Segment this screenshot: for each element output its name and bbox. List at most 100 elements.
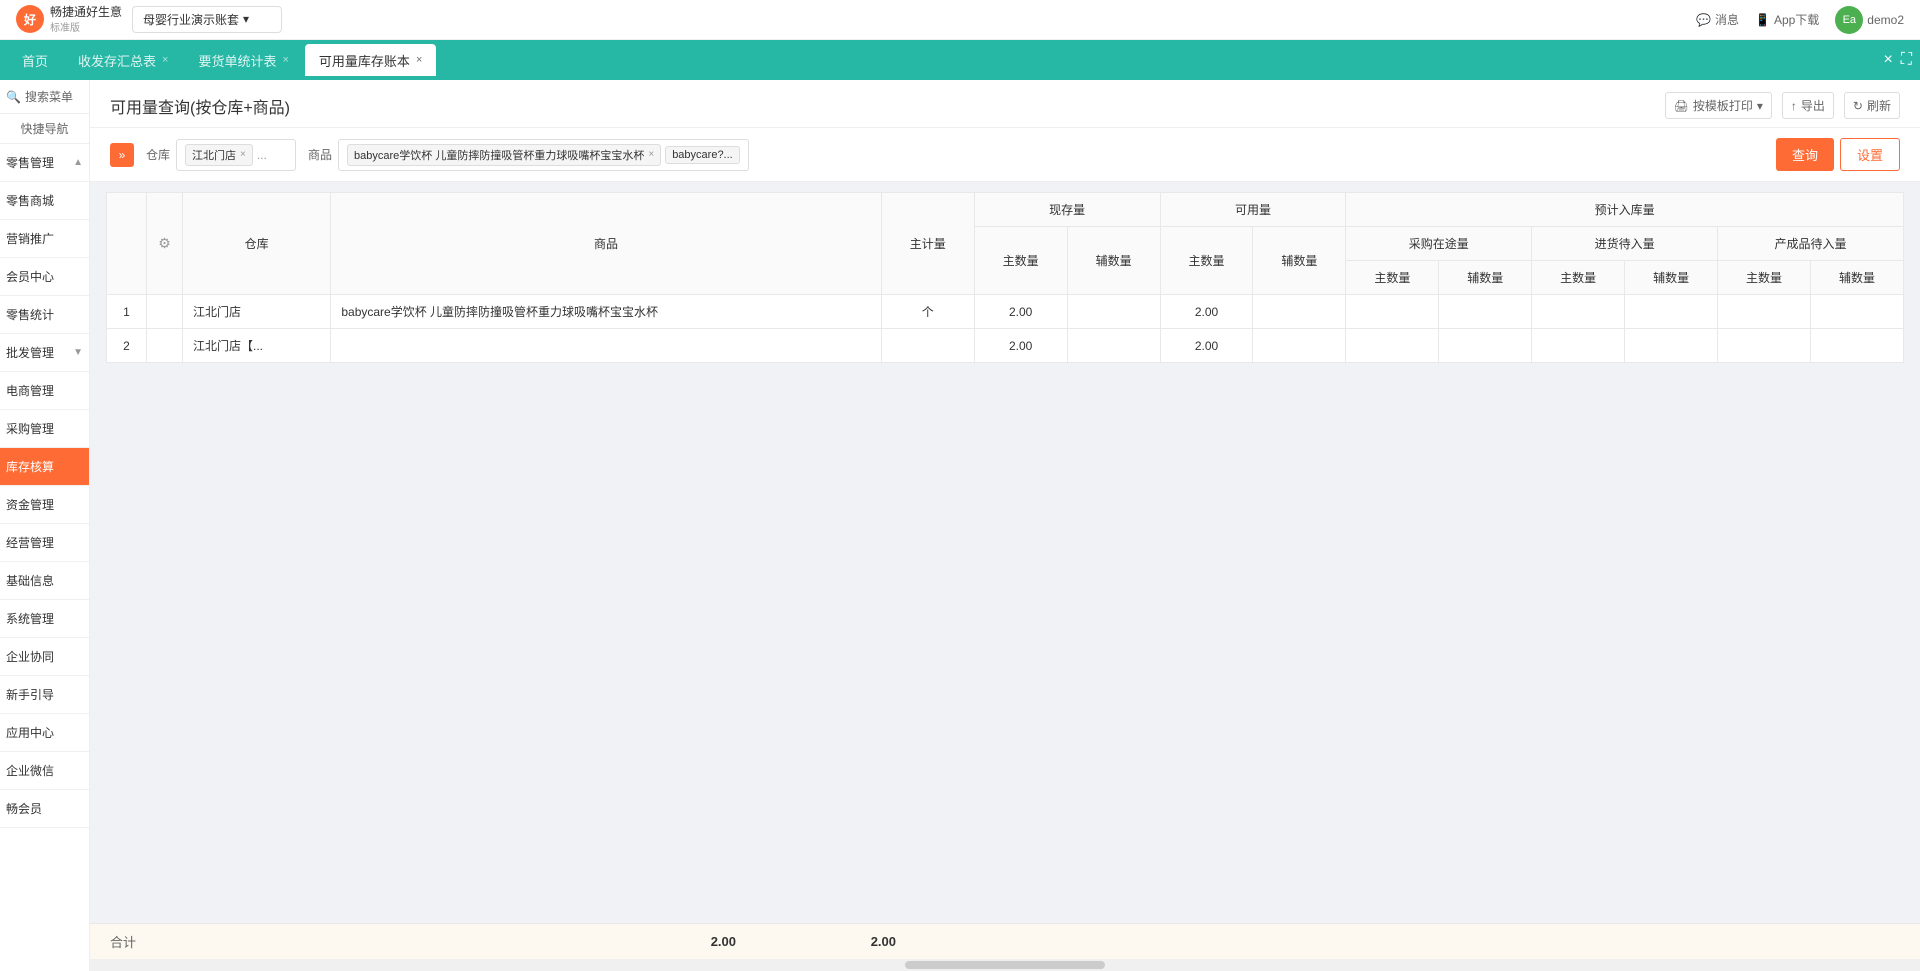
settings-button[interactable]: 设置: [1840, 138, 1900, 171]
cell-settings: [147, 295, 183, 329]
tab-receive[interactable]: 收发存汇总表 ×: [64, 44, 182, 76]
th-available-group: 可用量: [1160, 193, 1346, 227]
cell-finished-main: [1718, 295, 1811, 329]
page-actions: 🖨 按模板打印 ▾ ↑ 导出 ↻ 刷新: [1665, 92, 1900, 119]
sidebar-item-retail-mgmt-label: 零售管理: [6, 154, 54, 171]
sidebar-item-purchase[interactable]: 采购管理: [0, 410, 89, 448]
scroll-bar-thumb[interactable]: [905, 961, 1105, 969]
template-print-button[interactable]: 🖨 按模板打印 ▾: [1665, 92, 1772, 119]
cell-warehouse: 江北门店: [183, 295, 331, 329]
scroll-bar-container[interactable]: [90, 959, 1920, 971]
message-button[interactable]: 💬 消息: [1696, 11, 1739, 28]
sidebar-item-ops[interactable]: 经营管理: [0, 524, 89, 562]
sidebar-item-wechat-label: 企业微信: [6, 762, 54, 779]
sidebar-item-enterprise[interactable]: 企业协同: [0, 638, 89, 676]
cell-product: babycare学饮杯 儿童防摔防撞吸管杯重力球吸嘴杯宝宝水杯: [331, 295, 881, 329]
th-pur-transit-aux: 辅数量: [1439, 261, 1532, 295]
warehouse-more-indicator: ...: [257, 148, 267, 162]
filter-expand-button[interactable]: »: [110, 143, 134, 167]
user-avatar-button[interactable]: Ea demo2: [1835, 6, 1904, 34]
cell-pur-transit-main: [1346, 295, 1439, 329]
template-print-label: 按模板打印: [1693, 97, 1753, 114]
cell-finished-aux: [1810, 295, 1903, 329]
cell-product: [331, 329, 881, 363]
cell-incoming-aux: [1625, 329, 1718, 363]
tab-receive-close[interactable]: ×: [162, 54, 168, 66]
cell-settings: [147, 329, 183, 363]
th-seq: [107, 193, 147, 295]
sidebar-item-inventory[interactable]: 库存核算: [0, 448, 89, 486]
th-warehouse: 仓库: [183, 193, 331, 295]
cell-unit: [881, 329, 974, 363]
settings-icon[interactable]: ⚙: [158, 235, 171, 251]
sidebar-item-member2[interactable]: 畅会员: [0, 790, 89, 828]
th-finished-aux: 辅数量: [1810, 261, 1903, 295]
sidebar: 🔍 搜索菜单 快捷导航 零售管理 ▲ 零售商城 营销推广 会员中心 零售统计: [0, 80, 90, 971]
top-bar: 好 畅捷通好生意 标准版 母婴行业演示账套 ▾ 💬 消息 📱 App下载 Ea …: [0, 0, 1920, 40]
product-tag-1-value: babycare学饮杯 儿童防摔防撞吸管杯重力球吸嘴杯宝宝水杯: [354, 147, 644, 163]
tab-order-stats[interactable]: 要货单统计表 ×: [184, 44, 302, 76]
sidebar-item-ops-label: 经营管理: [6, 534, 54, 551]
cell-available-main: 2.00: [1160, 329, 1253, 363]
logo-icon: 好: [16, 5, 44, 33]
tab-close-all-icon[interactable]: ×: [1883, 51, 1892, 69]
app-download-button[interactable]: 📱 App下载: [1755, 11, 1819, 28]
refresh-button[interactable]: ↻ 刷新: [1844, 92, 1900, 119]
th-finished-pending: 产成品待入量: [1718, 227, 1904, 261]
sidebar-item-newbie[interactable]: 新手引导: [0, 676, 89, 714]
sidebar-item-retail-stats[interactable]: 零售统计: [0, 296, 89, 334]
org-dropdown-icon: ▾: [243, 12, 249, 26]
main-layout: 🔍 搜索菜单 快捷导航 零售管理 ▲ 零售商城 营销推广 会员中心 零售统计: [0, 80, 1920, 971]
sidebar-item-marketing[interactable]: 营销推广: [0, 220, 89, 258]
product-filter-label: 商品: [308, 146, 332, 163]
tab-order-stats-close[interactable]: ×: [282, 54, 288, 66]
cell-seq: 1: [107, 295, 147, 329]
tab-bar: 首页 收发存汇总表 × 要货单统计表 × 可用量库存账本 × × ⛶: [0, 40, 1920, 80]
sidebar-item-finance[interactable]: 资金管理: [0, 486, 89, 524]
product-tag-2-value: babycare?...: [672, 149, 733, 161]
warehouse-tag-close[interactable]: ×: [240, 149, 246, 160]
th-purchase-transit: 采购在途量: [1346, 227, 1532, 261]
tab-inventory-ledger[interactable]: 可用量库存账本 ×: [305, 44, 436, 76]
sidebar-item-app-center-label: 应用中心: [6, 724, 54, 741]
sidebar-item-retail-mall[interactable]: 零售商城: [0, 182, 89, 220]
cell-pur-transit-aux: [1439, 329, 1532, 363]
tab-home[interactable]: 首页: [8, 44, 62, 76]
cell-incoming-main: [1532, 295, 1625, 329]
sidebar-item-member[interactable]: 会员中心: [0, 258, 89, 296]
sidebar-quick-nav[interactable]: 快捷导航: [0, 114, 89, 144]
sidebar-item-system[interactable]: 系统管理: [0, 600, 89, 638]
export-icon: ↑: [1791, 99, 1797, 113]
table-container[interactable]: ⚙ 仓库 商品 主计量 现存量 可用量 预计入库量 主数量 辅数量 主数量 辅数…: [90, 182, 1920, 923]
tab-inventory-ledger-close[interactable]: ×: [416, 54, 422, 66]
tab-inventory-ledger-label: 可用量库存账本: [319, 51, 410, 70]
message-label: 消息: [1715, 11, 1739, 28]
th-settings[interactable]: ⚙: [147, 193, 183, 295]
sidebar-item-wholesale[interactable]: 批发管理 ▼: [0, 334, 89, 372]
sidebar-item-basic[interactable]: 基础信息: [0, 562, 89, 600]
sidebar-item-retail-mgmt[interactable]: 零售管理 ▲: [0, 144, 89, 182]
product-tag-1-close[interactable]: ×: [648, 149, 654, 160]
sidebar-search[interactable]: 🔍 搜索菜单: [0, 80, 89, 114]
sidebar-item-ecommerce-label: 电商管理: [6, 382, 54, 399]
warehouse-filter-label: 仓库: [146, 146, 170, 163]
product-filter-input[interactable]: babycare学饮杯 儿童防摔防撞吸管杯重力球吸嘴杯宝宝水杯 × babyca…: [338, 139, 749, 171]
warehouse-tag-value: 江北门店: [192, 147, 236, 163]
query-button[interactable]: 查询: [1776, 138, 1834, 171]
sidebar-item-app-center[interactable]: 应用中心: [0, 714, 89, 752]
cell-unit: 个: [881, 295, 974, 329]
th-pur-transit-main: 主数量: [1346, 261, 1439, 295]
tab-expand-icon[interactable]: ⛶: [1901, 51, 1912, 69]
sidebar-item-wechat[interactable]: 企业微信: [0, 752, 89, 790]
export-label: 导出: [1801, 97, 1825, 114]
cell-available-aux: [1253, 295, 1346, 329]
th-incoming-aux: 辅数量: [1625, 261, 1718, 295]
cell-finished-main: [1718, 329, 1811, 363]
cell-current-main: 2.00: [974, 329, 1067, 363]
warehouse-filter-input[interactable]: 江北门店 × ...: [176, 139, 296, 171]
org-selector[interactable]: 母婴行业演示账套 ▾: [132, 6, 282, 33]
content-area: 可用量查询(按仓库+商品) 🖨 按模板打印 ▾ ↑ 导出 ↻ 刷新: [90, 80, 1920, 971]
sidebar-item-basic-label: 基础信息: [6, 572, 54, 589]
export-button[interactable]: ↑ 导出: [1782, 92, 1834, 119]
sidebar-item-ecommerce[interactable]: 电商管理: [0, 372, 89, 410]
